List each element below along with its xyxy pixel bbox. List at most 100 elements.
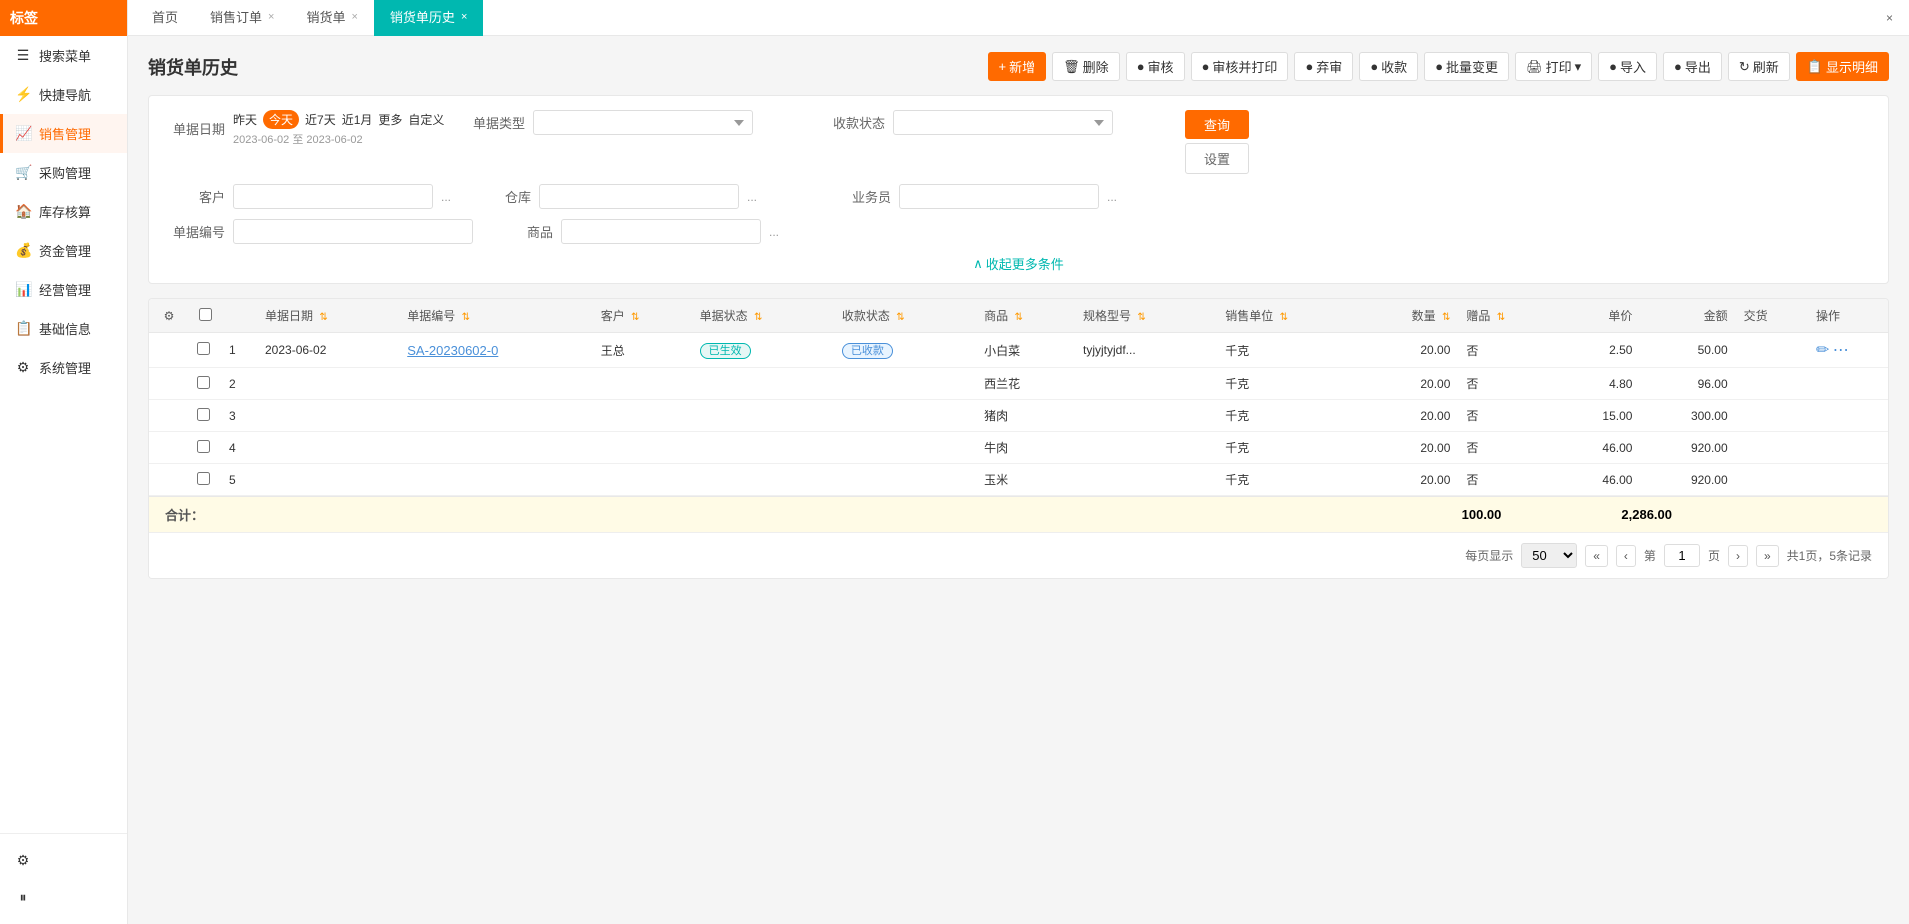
salesperson-more[interactable]: ... — [1107, 190, 1117, 204]
goods-header[interactable]: 商品 ⇅ — [976, 299, 1075, 333]
row-checkbox[interactable] — [197, 440, 210, 453]
row-checkbox[interactable] — [197, 376, 210, 389]
audit-button[interactable]: ● 审核 — [1126, 52, 1185, 81]
new-button[interactable]: + 新增 — [988, 52, 1047, 81]
checkbox-cell[interactable] — [189, 400, 221, 432]
collect-button[interactable]: ● 收款 — [1359, 52, 1418, 81]
action-cell[interactable]: ✏ ⋯ — [1808, 333, 1888, 368]
first-page-button[interactable]: « — [1585, 545, 1608, 567]
doc-status-header[interactable]: 单据状态 ⇅ — [692, 299, 834, 333]
shortcut-custom[interactable]: 自定义 — [408, 111, 444, 128]
checkbox-cell[interactable] — [189, 432, 221, 464]
price-header[interactable]: 单价 — [1557, 299, 1640, 333]
audit-print-icon: ● — [1202, 59, 1210, 74]
tab-sales-order[interactable]: 销售订单 × — [194, 0, 290, 36]
checkbox-cell[interactable] — [189, 333, 221, 368]
search-menu-icon: ☰ — [15, 47, 31, 64]
doc-no-header[interactable]: 单据编号 ⇅ — [399, 299, 592, 333]
sidebar-item-biz-mgmt[interactable]: 📊 经营管理 — [0, 270, 127, 309]
sidebar-item-sys-mgmt[interactable]: ⚙ 系统管理 — [0, 348, 127, 387]
row-checkbox[interactable] — [197, 342, 210, 355]
checkbox-cell[interactable] — [189, 368, 221, 400]
sidebar-item-basic-info[interactable]: 📋 基础信息 — [0, 309, 127, 348]
spec-header[interactable]: 规格型号 ⇅ — [1075, 299, 1217, 333]
collapse-button[interactable]: ∧ 收起更多条件 — [973, 254, 1064, 273]
page-label: 第 — [1644, 547, 1656, 564]
sidebar-settings[interactable]: ⚙ — [0, 842, 127, 879]
show-detail-button[interactable]: 📋 显示明细 — [1796, 52, 1889, 81]
row-num-cell: 5 — [221, 464, 257, 496]
sidebar-item-inventory[interactable]: 🏠 库存核算 — [0, 192, 127, 231]
shortcut-last7days[interactable]: 近7天 — [305, 111, 336, 128]
more-action[interactable]: ⋯ — [1833, 342, 1849, 359]
edit-action[interactable]: ✏ — [1816, 342, 1829, 359]
batch-change-button[interactable]: ● 批量变更 — [1424, 52, 1509, 81]
tab-sales-order-close[interactable]: × — [268, 11, 274, 23]
goods-more[interactable]: ... — [769, 225, 779, 239]
shortcut-more[interactable]: 更多 — [378, 111, 402, 128]
prev-page-button[interactable]: ‹ — [1616, 545, 1636, 567]
doc-no-input[interactable] — [233, 219, 473, 244]
shortcut-last1month[interactable]: 近1月 — [342, 111, 373, 128]
sidebar-item-quick-nav[interactable]: ⚡ 快捷导航 — [0, 75, 127, 114]
collect-status-select[interactable] — [893, 110, 1113, 135]
salesperson-input[interactable] — [899, 184, 1099, 209]
search-button[interactable]: 查询 — [1185, 110, 1249, 139]
tab-sales-history-close[interactable]: × — [461, 11, 467, 23]
tab-bar: 首页 销售订单 × 销货单 × 销货单历史 × × — [128, 0, 1909, 36]
collect-status-header[interactable]: 收款状态 ⇅ — [834, 299, 976, 333]
page-title: 销货单历史 — [148, 54, 238, 80]
per-page-select[interactable]: 50 100 200 — [1521, 543, 1577, 568]
customer-input[interactable] — [233, 184, 433, 209]
tab-sales-history[interactable]: 销货单历史 × — [374, 0, 483, 36]
set-button[interactable]: 设置 — [1185, 143, 1249, 174]
sidebar-item-search-menu[interactable]: ☰ 搜索菜单 — [0, 36, 127, 75]
delete-button[interactable]: 🗑 删除 — [1052, 52, 1120, 81]
row-checkbox[interactable] — [197, 408, 210, 421]
warehouse-more[interactable]: ... — [747, 190, 757, 204]
qty-cell: 20.00 — [1359, 400, 1458, 432]
salesperson-label: 业务员 — [831, 187, 891, 206]
sidebar-item-purchase-mgmt[interactable]: 🛒 采购管理 — [0, 153, 127, 192]
shortcut-yesterday[interactable]: 昨天 — [233, 111, 257, 128]
unit-cell: 千克 — [1217, 400, 1359, 432]
select-all-checkbox[interactable] — [199, 308, 212, 321]
checkbox-column-header[interactable] — [189, 299, 221, 333]
tab-home[interactable]: 首页 — [136, 0, 194, 36]
tab-sales-delivery-close[interactable]: × — [351, 11, 357, 23]
warehouse-input[interactable] — [539, 184, 739, 209]
app-logo: 标签 — [0, 0, 127, 36]
goods-cell: 猪肉 — [976, 400, 1075, 432]
print-button[interactable]: 🖨 打印 ▾ — [1515, 52, 1592, 81]
shortcut-today[interactable]: 今天 — [263, 110, 299, 129]
next-page-button[interactable]: › — [1728, 545, 1748, 567]
gift-header[interactable]: 赠品 ⇅ — [1458, 299, 1557, 333]
doc-no-link[interactable]: SA-20230602-0 — [407, 343, 498, 358]
close-all-tabs[interactable]: × — [1878, 11, 1901, 25]
import-button[interactable]: ● 导入 — [1598, 52, 1657, 81]
audit-print-button[interactable]: ● 审核并打印 — [1191, 52, 1289, 81]
doc-date-header[interactable]: 单据日期 ⇅ — [257, 299, 399, 333]
sidebar-item-sales-mgmt[interactable]: 📈 销售管理 — [0, 114, 127, 153]
refresh-button[interactable]: ↻ 刷新 — [1728, 52, 1790, 81]
page-number-input[interactable] — [1664, 544, 1700, 567]
gear-column-header[interactable]: ⚙ — [149, 299, 189, 333]
export-button[interactable]: ● 导出 — [1663, 52, 1722, 81]
unit-header[interactable]: 销售单位 ⇅ — [1217, 299, 1359, 333]
abandon-button[interactable]: ● 弃审 — [1294, 52, 1353, 81]
last-page-button[interactable]: » — [1756, 545, 1779, 567]
doc-type-label: 单据类型 — [465, 113, 525, 132]
sidebar-item-fund-mgmt[interactable]: 💰 资金管理 — [0, 231, 127, 270]
checkbox-cell[interactable] — [189, 464, 221, 496]
footer-label: 合计： — [165, 505, 225, 524]
goods-input[interactable] — [561, 219, 761, 244]
qty-header[interactable]: 数量 ⇅ — [1359, 299, 1458, 333]
sidebar-collapse[interactable]: ⏸ — [0, 879, 127, 916]
doc-type-select[interactable] — [533, 110, 753, 135]
sys-mgmt-icon: ⚙ — [15, 359, 31, 376]
customer-more[interactable]: ... — [441, 190, 451, 204]
customer-header[interactable]: 客户 ⇅ — [593, 299, 692, 333]
row-checkbox[interactable] — [197, 472, 210, 485]
tab-sales-delivery[interactable]: 销货单 × — [290, 0, 373, 36]
main-area: 首页 销售订单 × 销货单 × 销货单历史 × × 销货单历史 + 新增 — [128, 0, 1909, 924]
